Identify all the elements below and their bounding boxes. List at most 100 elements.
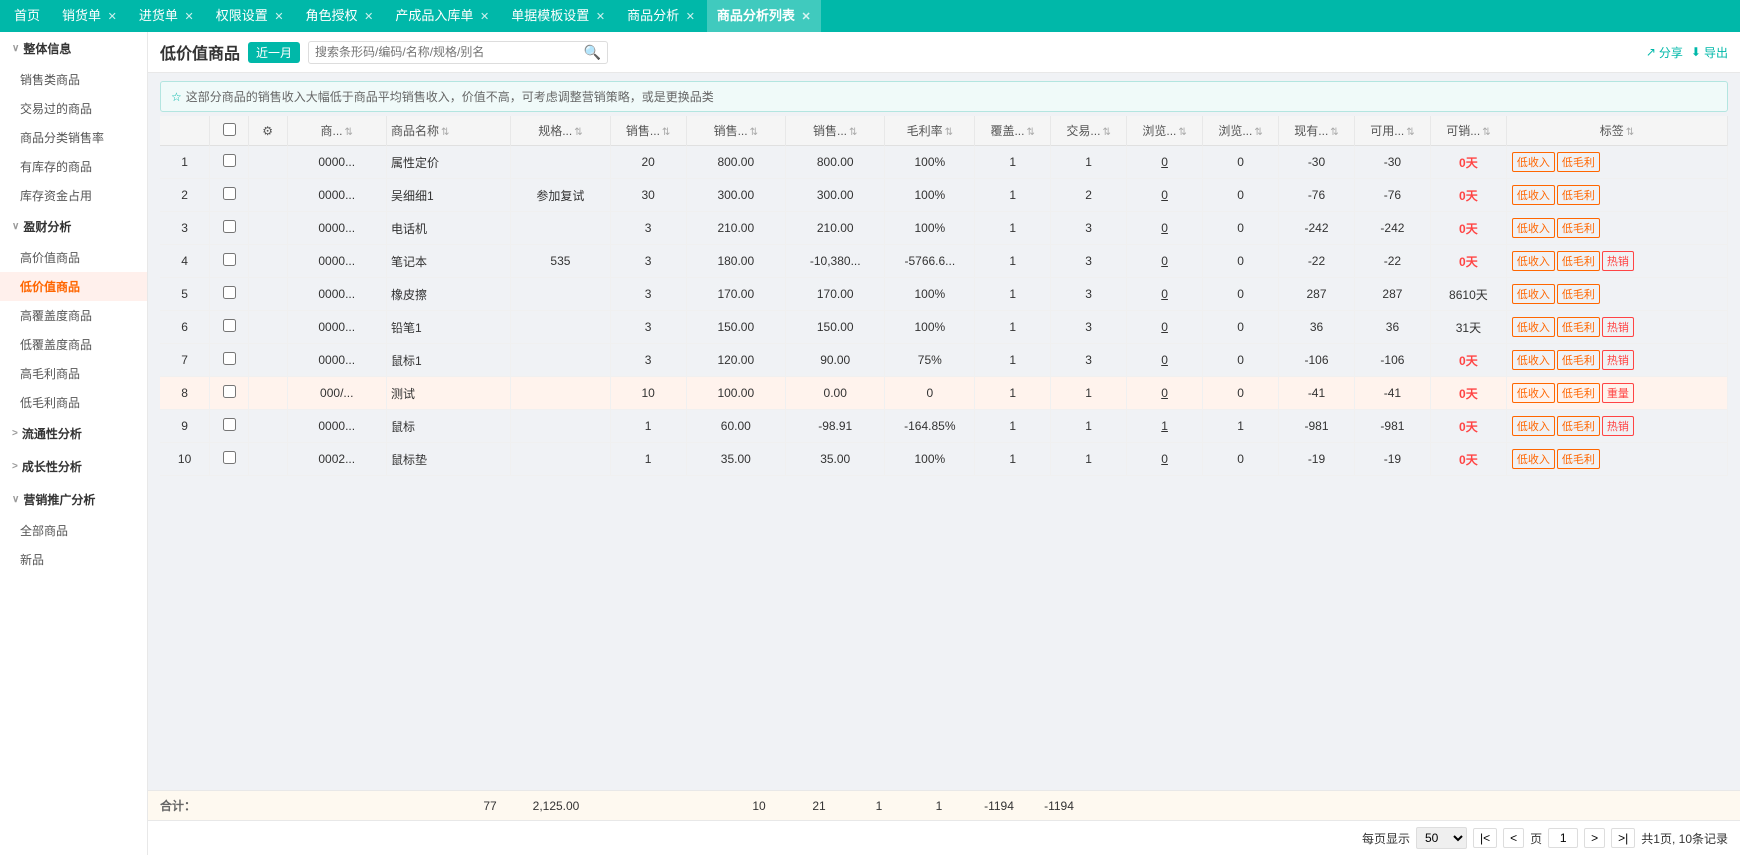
close-role-icon[interactable]: ✕ <box>364 11 373 23</box>
sidebar-group-growth[interactable]: > 成长性分析 <box>0 450 147 483</box>
close-sales-order-icon[interactable]: ✕ <box>108 11 117 23</box>
browse1-value[interactable]: 0 <box>1161 353 1168 367</box>
sidebar-group-flow[interactable]: > 流通性分析 <box>0 417 147 450</box>
sidebar-item-low-coverage[interactable]: 低覆盖度商品 <box>0 330 147 359</box>
col-sales-qty-header[interactable]: 销售...⇅ <box>610 116 686 146</box>
sidebar-item-sales-category[interactable]: 销售类商品 <box>0 65 147 94</box>
sidebar-item-high-value[interactable]: 高价值商品 <box>0 243 147 272</box>
page-number-input[interactable] <box>1548 828 1578 848</box>
select-all-checkbox[interactable] <box>223 123 236 136</box>
col-margin-header[interactable]: 毛利率⇅ <box>885 116 975 146</box>
browse1-value[interactable]: 0 <box>1161 155 1168 169</box>
browse1-value[interactable]: 0 <box>1161 221 1168 235</box>
sidebar-item-low-value[interactable]: 低价值商品 <box>0 272 147 301</box>
row-check[interactable] <box>210 212 249 245</box>
sidebar-item-traded-products[interactable]: 交易过的商品 <box>0 94 147 123</box>
row-check[interactable] <box>210 344 249 377</box>
nav-sales-order[interactable]: 销货单 ✕ <box>52 0 127 32</box>
close-permission-icon[interactable]: ✕ <box>274 11 283 23</box>
close-inbound-icon[interactable]: ✕ <box>480 11 489 23</box>
nav-product-analysis[interactable]: 商品分析 ✕ <box>617 0 705 32</box>
browse1-value[interactable]: 0 <box>1161 254 1168 268</box>
sidebar-item-new-products[interactable]: 新品 <box>0 545 147 574</box>
row-check[interactable] <box>210 245 249 278</box>
row-check[interactable] <box>210 410 249 443</box>
nav-template-setting[interactable]: 单据模板设置 ✕ <box>501 0 615 32</box>
col-sales-cost-header[interactable]: 销售...⇅ <box>786 116 885 146</box>
search-icon[interactable]: 🔍 <box>584 44 601 61</box>
prev-page-button[interactable]: < <box>1503 828 1524 848</box>
row-checkbox[interactable] <box>223 451 236 464</box>
col-browse2-header[interactable]: 浏览...⇅ <box>1203 116 1279 146</box>
sidebar-item-category-sales-rate[interactable]: 商品分类销售率 <box>0 123 147 152</box>
browse1-value[interactable]: 0 <box>1161 452 1168 466</box>
row-check[interactable] <box>210 146 249 179</box>
browse1-value[interactable]: 0 <box>1161 287 1168 301</box>
sidebar-item-all-products[interactable]: 全部商品 <box>0 516 147 545</box>
close-template-icon[interactable]: ✕ <box>596 11 605 23</box>
row-check[interactable] <box>210 377 249 410</box>
col-tag-header[interactable]: 标签⇅ <box>1506 116 1727 146</box>
page-size-select[interactable]: 50 100 200 <box>1416 827 1467 849</box>
sidebar-item-stock-capital[interactable]: 库存资金占用 <box>0 181 147 210</box>
sidebar-item-high-coverage[interactable]: 高覆盖度商品 <box>0 301 147 330</box>
row-checkbox[interactable] <box>223 187 236 200</box>
share-button[interactable]: ↗ 分享 <box>1646 44 1683 61</box>
close-analysis-icon[interactable]: ✕ <box>686 11 695 23</box>
close-analysis-list-icon[interactable]: ✕ <box>802 11 811 23</box>
browse1-value[interactable]: 0 <box>1161 386 1168 400</box>
nav-product-inbound[interactable]: 产成品入库单 ✕ <box>385 0 499 32</box>
row-checkbox[interactable] <box>223 385 236 398</box>
col-settings-header[interactable]: ⚙ <box>248 116 287 146</box>
last-page-button[interactable]: >| <box>1611 828 1635 848</box>
period-button[interactable]: 近一月 <box>248 42 300 63</box>
row-cover: 1 <box>975 410 1051 443</box>
col-cover-header[interactable]: 覆盖...⇅ <box>975 116 1051 146</box>
row-checkbox[interactable] <box>223 352 236 365</box>
nav-permission-setting[interactable]: 权限设置 ✕ <box>206 0 294 32</box>
sidebar-item-in-stock[interactable]: 有库存的商品 <box>0 152 147 181</box>
close-purchase-order-icon[interactable]: ✕ <box>184 11 193 23</box>
nav-home[interactable]: 首页 <box>4 0 50 32</box>
col-name-header[interactable]: 商品名称⇅ <box>386 116 510 146</box>
col-browse1-header[interactable]: 浏览...⇅ <box>1127 116 1203 146</box>
row-trade: 3 <box>1051 245 1127 278</box>
row-checkbox[interactable] <box>223 220 236 233</box>
col-check-header[interactable] <box>210 116 249 146</box>
nav-role-auth[interactable]: 角色授权 ✕ <box>296 0 384 32</box>
row-sales-amt: 60.00 <box>686 410 785 443</box>
row-cover: 1 <box>975 377 1051 410</box>
row-checkbox[interactable] <box>223 418 236 431</box>
sidebar-group-overall[interactable]: ∨ 整体信息 <box>0 32 147 65</box>
browse1-value[interactable]: 0 <box>1161 188 1168 202</box>
col-sales-amt-header[interactable]: 销售...⇅ <box>686 116 785 146</box>
export-button[interactable]: ⬇ 导出 <box>1691 44 1728 61</box>
col-spec-header[interactable]: 规格...⇅ <box>511 116 610 146</box>
first-page-button[interactable]: |< <box>1473 828 1497 848</box>
row-checkbox[interactable] <box>223 253 236 266</box>
nav-purchase-order[interactable]: 进货单 ✕ <box>129 0 204 32</box>
next-page-button[interactable]: > <box>1584 828 1605 848</box>
col-stock-header[interactable]: 现有...⇅ <box>1279 116 1355 146</box>
col-avail-header[interactable]: 可用...⇅ <box>1354 116 1430 146</box>
col-sellable-header[interactable]: 可销...⇅ <box>1430 116 1506 146</box>
settings-icon[interactable]: ⚙ <box>262 124 273 138</box>
col-trade-header[interactable]: 交易...⇅ <box>1051 116 1127 146</box>
row-checkbox[interactable] <box>223 319 236 332</box>
sidebar-item-high-margin[interactable]: 高毛利商品 <box>0 359 147 388</box>
row-check[interactable] <box>210 311 249 344</box>
search-input[interactable] <box>315 45 584 59</box>
row-checkbox[interactable] <box>223 154 236 167</box>
sidebar-group-marketing[interactable]: ∨ 营销推广分析 <box>0 483 147 516</box>
nav-product-analysis-list[interactable]: 商品分析列表 ✕ <box>707 0 821 32</box>
row-check[interactable] <box>210 443 249 476</box>
row-check[interactable] <box>210 179 249 212</box>
row-check[interactable] <box>210 278 249 311</box>
sidebar-group-financial[interactable]: ∨ 盈财分析 <box>0 210 147 243</box>
browse1-value[interactable]: 0 <box>1161 320 1168 334</box>
col-code-header[interactable]: 商...⇅ <box>287 116 386 146</box>
browse1-value[interactable]: 1 <box>1161 419 1168 433</box>
sidebar-item-low-margin[interactable]: 低毛利商品 <box>0 388 147 417</box>
row-code: 0000... <box>287 245 386 278</box>
row-checkbox[interactable] <box>223 286 236 299</box>
